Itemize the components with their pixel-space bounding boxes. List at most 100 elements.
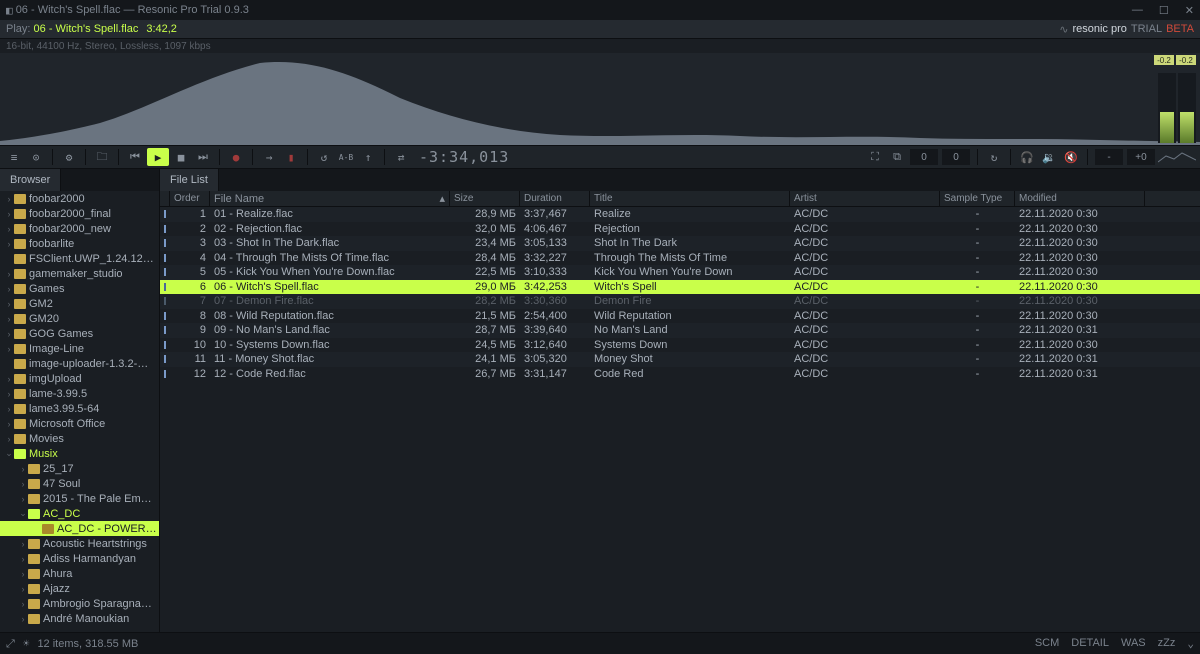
gain-b[interactable]: +0 [1127,149,1155,165]
table-row[interactable]: 707 - Demon Fire.flac28,2 МБ3:30,360Demo… [160,294,1200,309]
expand-toggle-icon[interactable]: ⌄ [4,448,14,459]
expand-toggle-icon[interactable]: › [18,479,28,489]
table-row[interactable]: 505 - Kick You When You're Down.flac22,5… [160,265,1200,280]
expand-toggle-icon[interactable]: › [18,554,28,564]
row-handle[interactable] [160,341,170,349]
tree-item[interactable]: ›Ahura [0,566,159,581]
expand-toggle-icon[interactable]: › [18,584,28,594]
expand-toggle-icon[interactable]: › [4,209,14,219]
tree-item[interactable]: ›Movies [0,431,159,446]
marker-button[interactable]: ▮ [281,148,301,166]
chevron-down-icon[interactable]: ⌄ [1187,637,1194,650]
row-handle[interactable] [160,225,170,233]
table-row[interactable]: 606 - Witch's Spell.flac29,0 МБ3:42,253W… [160,280,1200,295]
expand-toggle-icon[interactable]: › [4,194,14,204]
tree-item[interactable]: ⌄Musix [0,446,159,461]
table-row[interactable]: 1010 - Systems Down.flac24,5 МБ3:12,640S… [160,338,1200,353]
tree-item[interactable]: ›Ajazz [0,581,159,596]
tree-item[interactable]: ›imgUpload [0,371,159,386]
table-row[interactable]: 909 - No Man's Land.flac28,7 МБ3:39,640N… [160,323,1200,338]
tree-item[interactable]: ›gamemaker_studio [0,266,159,281]
row-handle[interactable] [160,239,170,247]
tree-item[interactable]: ›foobar2000 [0,191,159,206]
expand-toggle-icon[interactable]: › [18,599,28,609]
expand-toggle-icon[interactable]: › [18,614,28,624]
tab-browser[interactable]: Browser [0,169,61,191]
next-button[interactable]: ⏭ [193,148,213,166]
col-order[interactable]: Order [170,191,210,206]
tree-item[interactable]: ›2015 - The Pale Em… [0,491,159,506]
tree-item[interactable]: ›André Manoukian [0,611,159,626]
tree-item[interactable]: AC_DC - POWER… [0,521,159,536]
row-handle[interactable] [160,312,170,320]
volume-down-button[interactable]: 🔉 [1039,148,1059,166]
status-scm[interactable]: SCM [1035,637,1059,650]
tree-item[interactable]: ›Microsoft Office [0,416,159,431]
expand-toggle-icon[interactable]: › [4,404,14,414]
refresh-button[interactable]: ↻ [984,148,1004,166]
status-detail[interactable]: DETAIL [1071,637,1109,650]
folder-tree[interactable]: ›foobar2000›foobar2000_final›foobar2000_… [0,191,159,632]
tab-filelist[interactable]: File List [160,169,219,191]
expand-toggle-icon[interactable]: › [4,389,14,399]
expand-toggle-icon[interactable]: › [4,314,14,324]
tree-item[interactable]: ›lame3.99.5-64 [0,401,159,416]
col-sample-type[interactable]: Sample Type [940,191,1015,206]
col-artist[interactable]: Artist [790,191,940,206]
copy-button[interactable]: ⧉ [887,148,907,166]
sun-icon[interactable]: ☀ [23,637,30,650]
col-size[interactable]: Size [450,191,520,206]
num-a[interactable]: 0 [910,149,938,165]
tree-item[interactable]: ›Ambrogio Sparagna… [0,596,159,611]
tree-item[interactable]: ›Games [0,281,159,296]
expand-toggle-icon[interactable]: › [4,239,14,249]
table-row[interactable]: 404 - Through The Mists Of Time.flac28,4… [160,251,1200,266]
row-handle[interactable] [160,210,170,218]
close-button[interactable]: ✕ [1185,4,1194,17]
row-handle[interactable] [160,370,170,378]
tree-item[interactable]: ›25_17 [0,461,159,476]
col-title[interactable]: Title [590,191,790,206]
row-handle[interactable] [160,283,170,291]
expand-toggle-icon[interactable]: ⌄ [18,508,28,519]
tree-item[interactable]: ›foobarlite [0,236,159,251]
tree-item[interactable]: FSClient.UWP_1.24.12… [0,251,159,266]
table-row[interactable]: 1212 - Code Red.flac26,7 МБ3:31,147Code … [160,367,1200,382]
ab-button[interactable]: A-B [336,148,356,166]
expand-toggle-icon[interactable]: › [4,269,14,279]
record-button[interactable]: ● [226,148,246,166]
expand-toggle-icon[interactable]: › [4,299,14,309]
row-handle[interactable] [160,326,170,334]
folder-button[interactable]: 🗀 [92,148,112,166]
crop-button[interactable]: ⛶ [865,148,885,166]
pin-button[interactable]: ⊙ [26,148,46,166]
status-was[interactable]: WAS [1121,637,1146,650]
row-handle[interactable] [160,268,170,276]
up-button[interactable]: ↑ [358,148,378,166]
status-zzz[interactable]: zZz [1158,637,1176,650]
prev-button[interactable]: ⏮ [125,148,145,166]
menu-button[interactable]: ≡ [4,148,24,166]
tree-item[interactable]: ›Image-Line [0,341,159,356]
expand-toggle-icon[interactable]: › [18,539,28,549]
table-row[interactable]: 202 - Rejection.flac32,0 МБ4:06,467Rejec… [160,222,1200,237]
tree-item[interactable]: ›GOG Games [0,326,159,341]
col-filename[interactable]: File Name▴ [210,191,450,206]
tree-item[interactable]: image-uploader-1.3.2-… [0,356,159,371]
play-button[interactable]: ▶ [147,148,169,166]
tree-item[interactable]: ›lame-3.99.5 [0,386,159,401]
waveform[interactable]: -0.2 -0.2 [0,53,1200,145]
expand-toggle-icon[interactable]: › [18,494,28,504]
table-row[interactable]: 101 - Realize.flac28,9 МБ3:37,467Realize… [160,207,1200,222]
expand-icon[interactable]: ⤢ [6,637,15,651]
expand-toggle-icon[interactable]: › [4,419,14,429]
tree-item[interactable]: ›Adiss Harmandyan [0,551,159,566]
row-handle[interactable] [160,254,170,262]
maximize-button[interactable]: ☐ [1159,4,1169,17]
table-row[interactable]: 303 - Shot In The Dark.flac23,4 МБ3:05,1… [160,236,1200,251]
minimize-button[interactable]: — [1132,4,1143,17]
settings-button[interactable]: ⚙ [59,148,79,166]
tree-item[interactable]: ›GM20 [0,311,159,326]
undo-button[interactable]: ↺ [314,148,334,166]
expand-toggle-icon[interactable]: › [4,374,14,384]
